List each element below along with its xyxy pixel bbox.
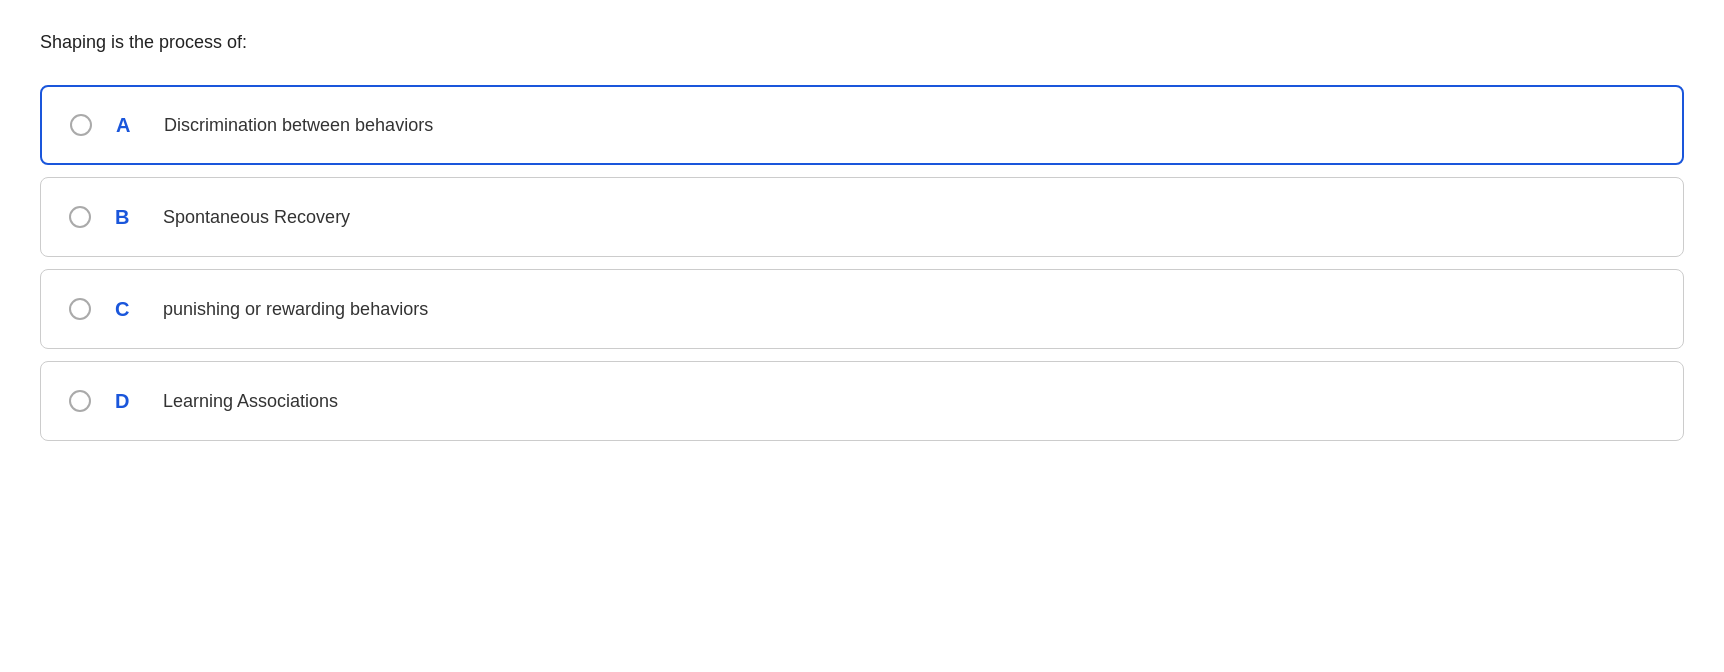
option-letter-b: B [115, 206, 147, 229]
radio-d [69, 390, 91, 412]
option-row-a[interactable]: A Discrimination between behaviors [40, 85, 1684, 165]
option-text-b: Spontaneous Recovery [163, 207, 350, 228]
option-text-a: Discrimination between behaviors [164, 115, 433, 136]
option-letter-a: A [116, 114, 148, 137]
option-text-c: punishing or rewarding behaviors [163, 299, 428, 320]
option-letter-d: D [115, 390, 147, 413]
radio-a [70, 114, 92, 136]
option-row-b[interactable]: B Spontaneous Recovery [40, 177, 1684, 257]
question-text: Shaping is the process of: [40, 32, 1684, 53]
options-container: A Discrimination between behaviors B Sponta… [40, 85, 1684, 441]
option-text-d: Learning Associations [163, 391, 338, 412]
radio-c [69, 298, 91, 320]
option-row-d[interactable]: D Learning Associations [40, 361, 1684, 441]
radio-b [69, 206, 91, 228]
option-letter-c: C [115, 298, 147, 321]
option-row-c[interactable]: Cpunishing or rewarding behaviors [40, 269, 1684, 349]
